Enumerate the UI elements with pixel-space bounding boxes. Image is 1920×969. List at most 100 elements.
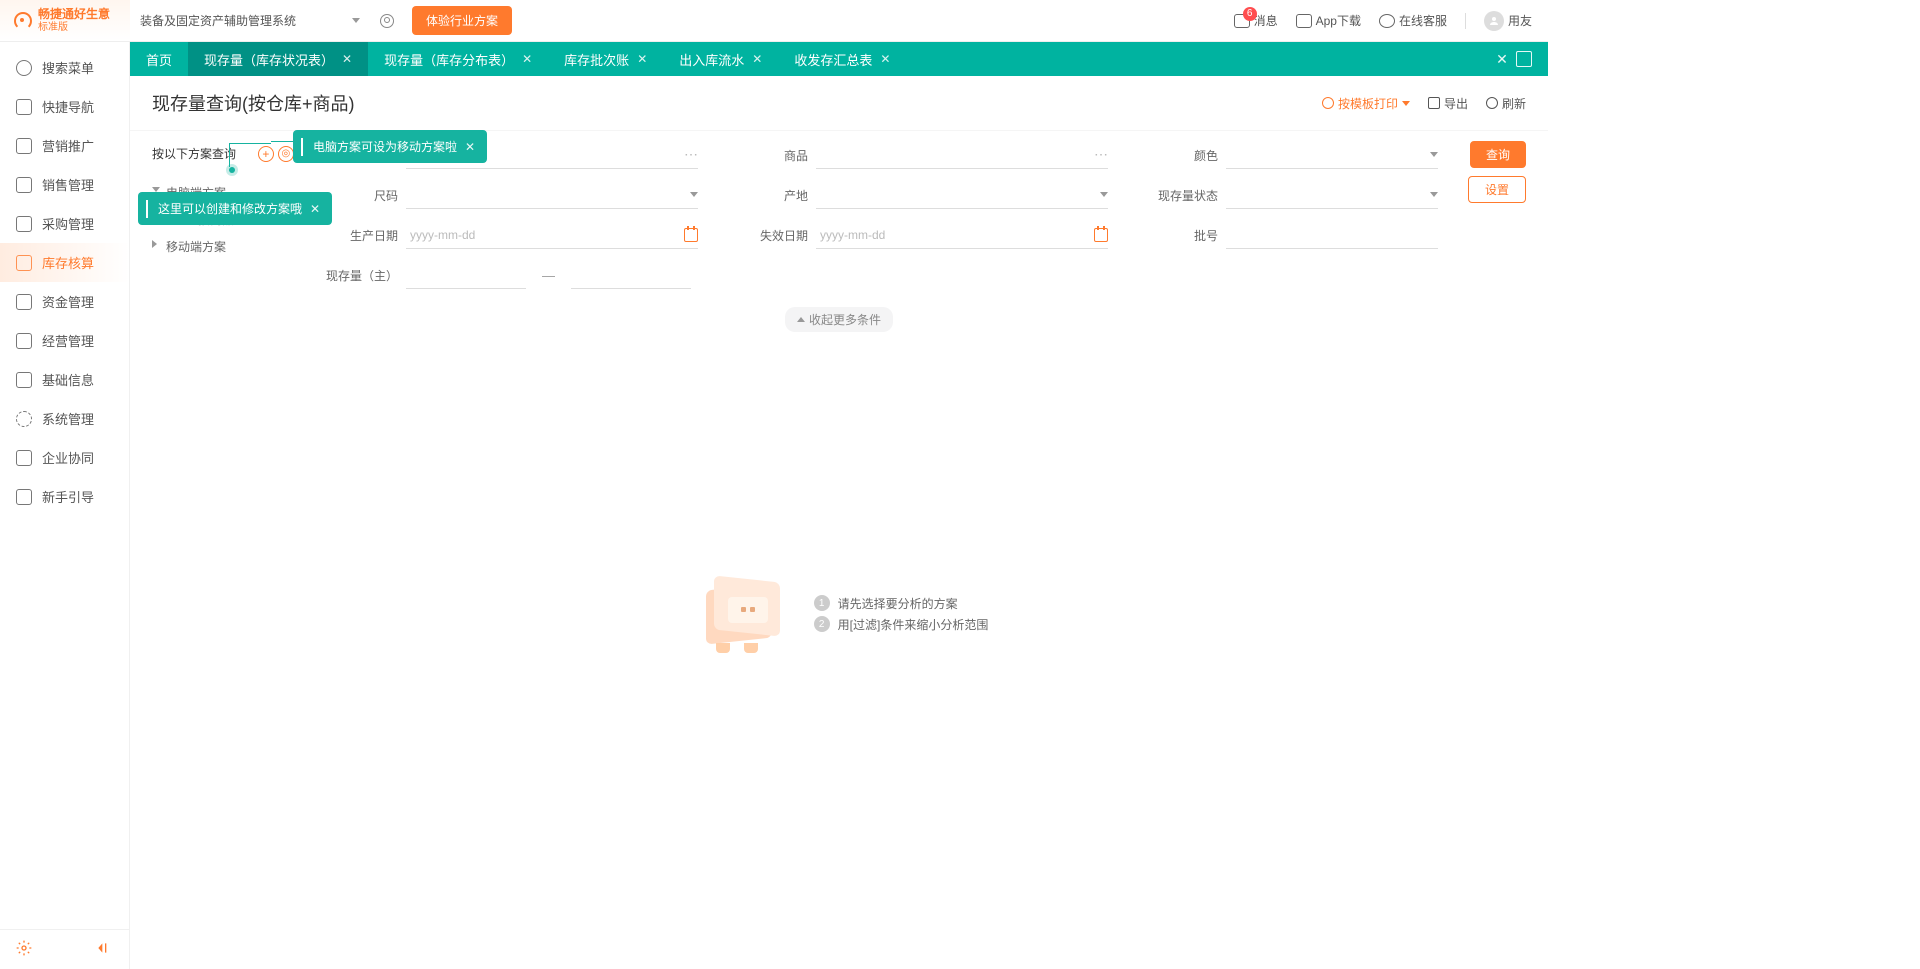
close-all-tabs-icon[interactable]: ✕ [1494,51,1510,67]
sidebar-item-collaboration[interactable]: 企业协同 [0,438,129,477]
app-download-button[interactable]: App下载 [1296,12,1361,29]
close-icon[interactable]: ✕ [342,52,352,66]
gear-icon[interactable] [380,14,394,28]
tab-batch[interactable]: 库存批次账✕ [548,42,663,76]
report-icon [16,333,32,349]
origin-select[interactable] [816,181,1096,209]
sidebar-item-guide[interactable]: 新手引导 [0,477,129,516]
chevron-down-icon [1430,152,1438,157]
tab-label: 收发存汇总表 [794,50,872,69]
settings-button[interactable] [16,940,32,959]
messages-button[interactable]: 6 消息 [1234,12,1278,29]
tab-bar: 首页 现存量（库存状况表）✕ 现存量（库存分布表） ✕ 库存批次账✕ 出入库流水✕… [130,42,1548,76]
query-button[interactable]: 查询 [1470,141,1526,168]
chevron-down-icon [1430,192,1438,197]
empty-illustration [690,569,790,659]
sidebar-item-purchase[interactable]: 采购管理 [0,204,129,243]
avatar-icon [1484,11,1504,31]
print-button[interactable]: 按模板打印 [1322,95,1410,112]
sidebar-item-label: 销售管理 [42,175,94,194]
label-qty-main: 现存量（主） [318,267,398,284]
sidebar-item-marketing[interactable]: 营销推广 [0,126,129,165]
print-label: 按模板打印 [1338,95,1398,112]
refresh-label: 刷新 [1502,95,1526,112]
sidebar-item-label: 采购管理 [42,214,94,233]
tab-home[interactable]: 首页 [130,42,188,76]
qty-from-input[interactable] [406,261,526,289]
close-icon[interactable]: ✕ [752,52,762,66]
user-name: 用友 [1508,12,1532,29]
qty-to-input[interactable] [571,261,691,289]
label-color: 颜色 [1138,147,1218,164]
empty-step1: 请先选择要分析的方案 [838,595,958,612]
user-menu[interactable]: 用友 [1484,11,1532,31]
add-scheme-button[interactable]: + [258,146,274,162]
tip-connector [229,143,230,167]
more-icon[interactable]: ⋯ [684,146,698,163]
collapse-filters-button[interactable]: 收起更多条件 [785,307,893,332]
sidebar-item-label: 基础信息 [42,370,94,389]
sidebar-item-finance[interactable]: 资金管理 [0,282,129,321]
sidebar-item-inventory[interactable]: 库存核算 [0,243,129,282]
scheme-settings-button[interactable]: ◎ [278,146,294,162]
label-expiry-date: 失效日期 [728,227,808,244]
tab-stock-status[interactable]: 现存量（库存状况表）✕ [188,42,368,76]
tab-summary[interactable]: 收发存汇总表 ✕ [778,42,906,76]
calendar-icon[interactable] [684,228,698,242]
chevron-down-icon [690,192,698,197]
sidebar-item-quick-nav[interactable]: 快捷导航 [0,87,129,126]
goods-input[interactable] [816,141,1090,169]
color-select[interactable] [1226,141,1426,169]
messages-label: 消息 [1254,12,1278,29]
export-button[interactable]: 导出 [1428,95,1468,112]
message-icon: 6 [1234,14,1250,28]
bag-icon [16,216,32,232]
close-icon[interactable]: ✕ [310,202,320,216]
tab-inout-flow[interactable]: 出入库流水✕ [663,42,778,76]
sidebar-item-search[interactable]: 搜索菜单 [0,48,129,87]
fullscreen-icon[interactable] [1516,51,1532,67]
tip-dot [229,167,235,173]
sidebar-item-basic[interactable]: 基础信息 [0,360,129,399]
scheme-title: 按以下方案查询 [152,145,236,162]
collapse-sidebar-button[interactable] [97,940,113,959]
prod-date-input[interactable] [406,221,680,249]
size-select[interactable] [406,181,686,209]
tab-stock-distribution[interactable]: 现存量（库存分布表） ✕ [368,42,548,76]
divider [1465,13,1466,29]
system-selector[interactable]: 装备及固定资产辅助管理系统 [140,12,394,29]
close-icon[interactable]: ✕ [465,140,475,154]
settings-button[interactable]: 设置 [1468,176,1526,203]
stock-status-select[interactable] [1226,181,1426,209]
more-icon[interactable]: ⋯ [1094,146,1108,163]
app-logo: 畅捷通好生意 标准版 [0,0,130,41]
label-origin: 产地 [728,187,808,204]
tree-mobile-scheme[interactable]: 移动端方案 [152,232,302,261]
online-service-button[interactable]: 在线客服 [1379,12,1447,29]
close-icon[interactable]: ✕ [880,52,890,66]
close-icon[interactable]: ✕ [637,52,647,66]
sidebar-item-label: 资金管理 [42,292,94,311]
system-name: 装备及固定资产辅助管理系统 [140,12,296,29]
refresh-icon [1486,97,1498,109]
tooltip-mobile-scheme: 电脑方案可设为移动方案啦 ✕ [293,130,487,163]
tab-label: 现存量（库存分布表） [384,50,514,69]
sidebar-item-label: 搜索菜单 [42,58,94,77]
expiry-date-input[interactable] [816,221,1090,249]
logo-subtitle: 标准版 [38,22,110,33]
chevron-down-icon [352,18,360,23]
database-icon [16,372,32,388]
sidebar-item-operation[interactable]: 经营管理 [0,321,129,360]
calendar-icon[interactable] [1094,228,1108,242]
close-icon[interactable]: ✕ [522,52,532,66]
sidebar-item-label: 营销推广 [42,136,94,155]
batch-input[interactable] [1226,221,1438,249]
sidebar-item-sales[interactable]: 销售管理 [0,165,129,204]
search-icon [16,60,32,76]
refresh-button[interactable]: 刷新 [1486,95,1526,112]
sidebar-item-system[interactable]: 系统管理 [0,399,129,438]
tab-label: 首页 [146,50,172,69]
tip-connector [271,141,293,142]
trial-button[interactable]: 体验行业方案 [412,6,512,35]
caret-up-icon [797,317,805,322]
